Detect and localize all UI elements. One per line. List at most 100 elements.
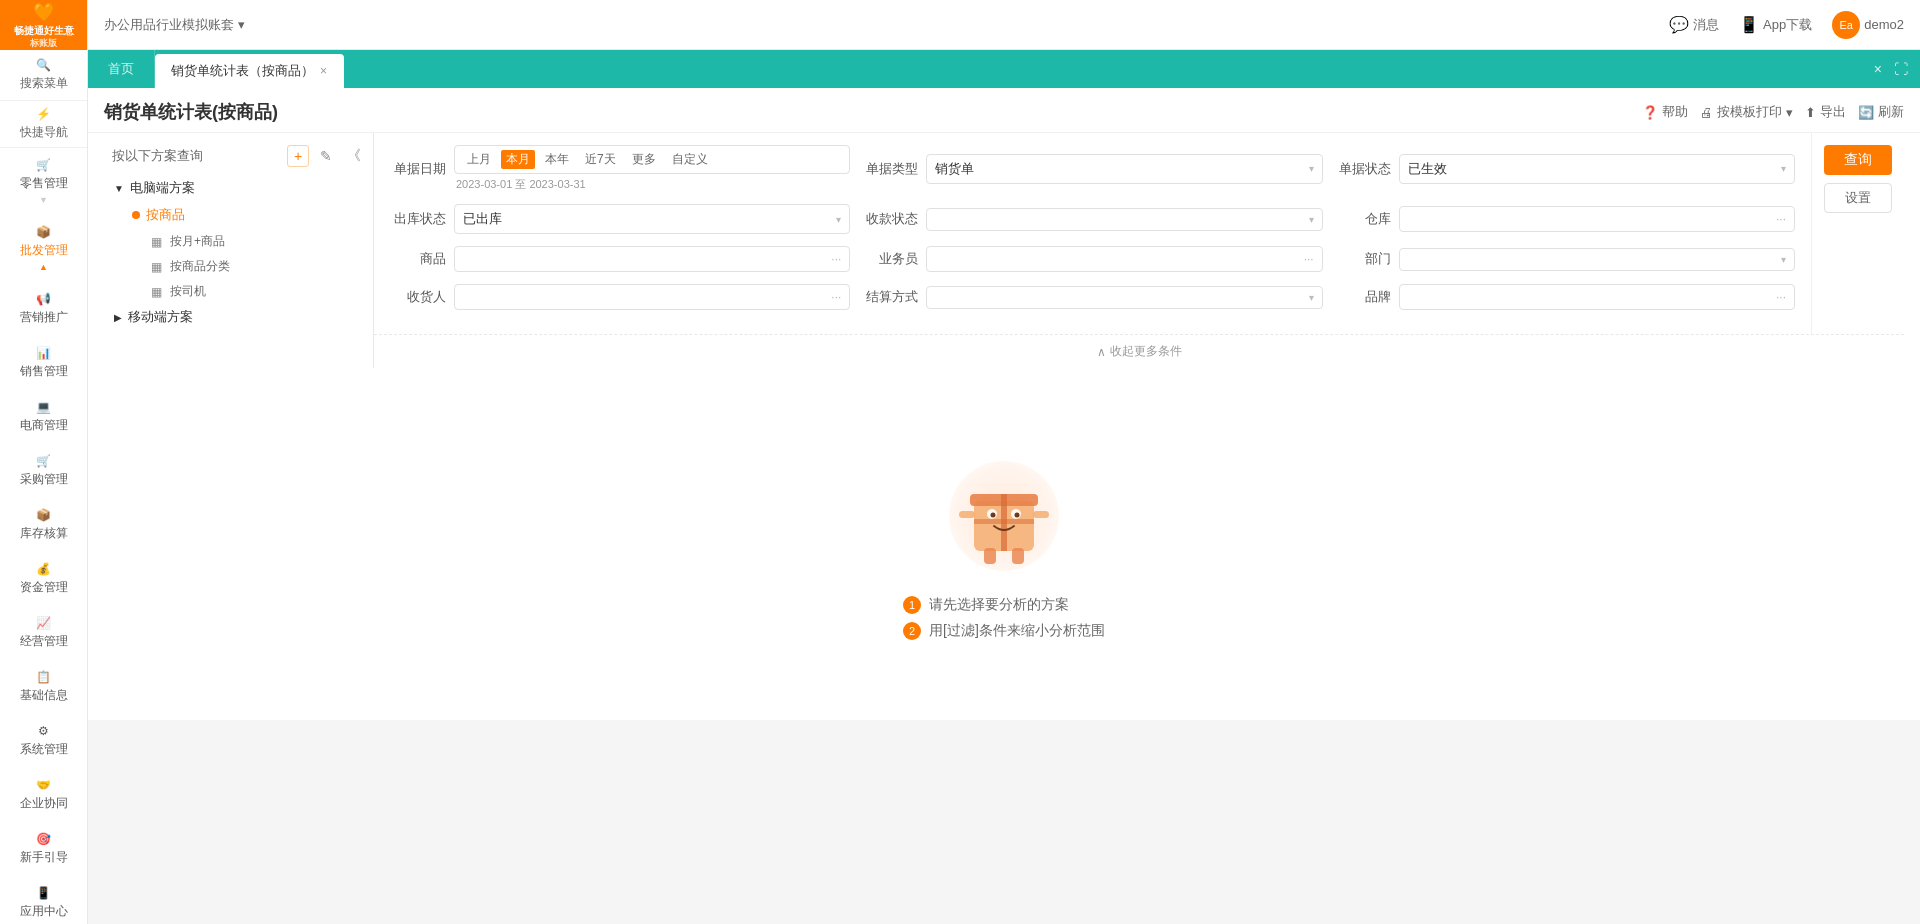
message-btn[interactable]: 💬 消息 [1669, 15, 1719, 34]
template-print-label: 按模板打印 [1717, 103, 1782, 121]
sidebar-item-guide[interactable]: 🎯 新手引导 [0, 822, 87, 876]
outbound-value: 已出库 [463, 210, 502, 228]
purchase-icon: 🛒 [36, 454, 51, 468]
sidebar-item-quick-nav[interactable]: ⚡ 快捷导航 [0, 101, 87, 148]
breadcrumb-dropdown[interactable]: 办公用品行业模拟账套 ▾ [104, 16, 245, 34]
main-area: 办公用品行业模拟账套 ▾ 💬 消息 📱 App下载 Ea demo2 首页 [88, 0, 1920, 924]
management-icon: 📈 [36, 616, 51, 630]
svg-point-8 [1015, 513, 1020, 518]
wholesale-arrow: ▲ [39, 262, 48, 272]
query-button[interactable]: 查询 [1824, 145, 1892, 175]
doc-type-arrow: ▾ [1309, 163, 1314, 174]
sidebar-item-retail[interactable]: 🛒 零售管理 ▼ [0, 148, 87, 215]
sidebar-item-marketing[interactable]: 📢 营销推广 [0, 282, 87, 336]
collapse-panel-btn[interactable]: 《 [343, 145, 365, 167]
sidebar-item-system[interactable]: ⚙ 系统管理 [0, 714, 87, 768]
sidebar-menu: 🛒 零售管理 ▼ 📦 批发管理 ▲ 📢 营销推广 📊 销售管理 💻 电商管理 🛒… [0, 148, 87, 924]
sidebar-item-management[interactable]: 📈 经营管理 [0, 606, 87, 660]
department-select[interactable]: ▾ [1399, 248, 1795, 271]
scheme-sub-item-month-product[interactable]: ▦ 按月+商品 [144, 229, 365, 254]
brand-picker[interactable]: ··· [1399, 284, 1795, 310]
ecommerce-icon: 💻 [36, 400, 51, 414]
collapse-icon: 《 [347, 147, 361, 165]
scheme-item-by-product[interactable]: 按商品 [128, 201, 365, 229]
collapse-bar[interactable]: ∧ 收起更多条件 [374, 334, 1904, 368]
tab-maximize-btn[interactable]: ⛶ [1890, 59, 1912, 79]
doc-status-select[interactable]: 已生效 ▾ [1399, 154, 1795, 184]
tab-sales-stat[interactable]: 销货单统计表（按商品） × [155, 54, 344, 88]
product-picker[interactable]: ··· [454, 246, 850, 272]
sub-item-icon-1: ▦ [148, 235, 164, 249]
help-btn[interactable]: ❓ 帮助 [1642, 103, 1688, 121]
date-tab-last-month[interactable]: 上月 [461, 149, 497, 170]
edit-scheme-btn[interactable]: ✎ [315, 145, 337, 167]
finance-icon: 💰 [36, 562, 51, 576]
tip-text-1: 请先选择要分析的方案 [929, 596, 1069, 614]
inventory-label: 库存核算 [20, 525, 68, 542]
empty-tips: 1 请先选择要分析的方案 2 用[过滤]条件来缩小分析范围 [903, 596, 1105, 640]
help-icon: ❓ [1642, 105, 1658, 120]
template-print-arrow: ▾ [1786, 105, 1793, 120]
sidebar-item-sales[interactable]: 📊 销售管理 [0, 336, 87, 390]
refresh-btn[interactable]: 🔄 刷新 [1858, 103, 1904, 121]
template-print-btn[interactable]: 🖨 按模板打印 ▾ [1700, 103, 1793, 121]
user-area[interactable]: Ea demo2 [1832, 11, 1904, 39]
header-left: 办公用品行业模拟账套 ▾ [104, 16, 245, 34]
sidebar-item-purchase[interactable]: 🛒 采购管理 [0, 444, 87, 498]
active-dot [132, 211, 140, 219]
tab-close-btn[interactable]: × [320, 64, 327, 78]
message-icon: 💬 [1669, 15, 1689, 34]
payment-method-arrow: ▾ [1309, 292, 1314, 303]
scheme-sub-item-driver[interactable]: ▦ 按司机 [144, 279, 365, 304]
filter-fields-and-btns: 单据日期 上月 本月 本年 近7天 更多 [374, 133, 1904, 334]
date-tab-custom[interactable]: 自定义 [666, 149, 714, 170]
receiver-picker[interactable]: ··· [454, 284, 850, 310]
sidebar-item-inventory[interactable]: 📦 库存核算 [0, 498, 87, 552]
tab-minimize-btn[interactable]: × [1870, 59, 1886, 79]
sidebar-item-finance[interactable]: 💰 资金管理 [0, 552, 87, 606]
empty-tip-1: 1 请先选择要分析的方案 [903, 596, 1105, 614]
filter-left-actions: + ✎ 《 [287, 145, 365, 167]
filter-row-1: 单据日期 上月 本月 本年 近7天 更多 [390, 145, 1795, 192]
add-scheme-btn[interactable]: + [287, 145, 309, 167]
doc-status-arrow: ▾ [1781, 163, 1786, 174]
sidebar-item-collab[interactable]: 🤝 企业协同 [0, 768, 87, 822]
sidebar-item-wholesale[interactable]: 📦 批发管理 ▲ [0, 215, 87, 282]
scheme-group-desktop-header[interactable]: ▼ 电脑端方案 [112, 175, 365, 201]
outbound-select[interactable]: 已出库 ▾ [454, 204, 850, 234]
page-content: 销货单统计表(按商品) ❓ 帮助 🖨 按模板打印 ▾ ⬆ 导出 [88, 88, 1920, 924]
refresh-label: 刷新 [1878, 103, 1904, 121]
outbound-label: 出库状态 [390, 210, 446, 228]
payment-method-select[interactable]: ▾ [926, 286, 1322, 309]
date-tab-this-month[interactable]: 本月 [501, 150, 535, 169]
scheme-group-mobile-header[interactable]: ▶ 移动端方案 [112, 304, 365, 330]
sub-item-label-2: 按商品分类 [170, 258, 230, 275]
filter-row-4: 收货人 ··· 结算方式 [390, 284, 1795, 310]
doc-type-label: 单据类型 [862, 160, 918, 178]
date-tab-this-year[interactable]: 本年 [539, 149, 575, 170]
tab-home[interactable]: 首页 [88, 50, 155, 88]
warehouse-picker[interactable]: ··· [1399, 206, 1795, 232]
filter-row-3: 商品 ··· 业务员 [390, 246, 1795, 272]
sidebar-item-app-center[interactable]: 📱 应用中心 [0, 876, 87, 924]
app-download-btn[interactable]: 📱 App下载 [1739, 15, 1812, 34]
department-label: 部门 [1335, 250, 1391, 268]
collab-icon: 🤝 [36, 778, 51, 792]
set-button[interactable]: 设置 [1824, 183, 1892, 213]
payment-select[interactable]: ▾ [926, 208, 1322, 231]
sidebar-item-basics[interactable]: 📋 基础信息 [0, 660, 87, 714]
salesperson-picker[interactable]: ··· [926, 246, 1322, 272]
filter-field-payment-method: 结算方式 ▾ [862, 286, 1322, 309]
doc-type-select[interactable]: 销货单 ▾ [926, 154, 1322, 184]
scheme-sub-item-category[interactable]: ▦ 按商品分类 [144, 254, 365, 279]
marketing-label: 营销推广 [20, 309, 68, 326]
sidebar-item-search[interactable]: 🔍 搜索菜单 [0, 50, 87, 101]
export-btn[interactable]: ⬆ 导出 [1805, 103, 1846, 121]
app-center-icon: 📱 [36, 886, 51, 900]
date-tab-7days[interactable]: 近7天 [579, 149, 622, 170]
scheme-group-mobile: ▶ 移动端方案 [112, 304, 365, 330]
svg-rect-9 [959, 511, 975, 518]
date-tab-more[interactable]: 更多 [626, 149, 662, 170]
basics-icon: 📋 [36, 670, 51, 684]
sidebar-item-ecommerce[interactable]: 💻 电商管理 [0, 390, 87, 444]
